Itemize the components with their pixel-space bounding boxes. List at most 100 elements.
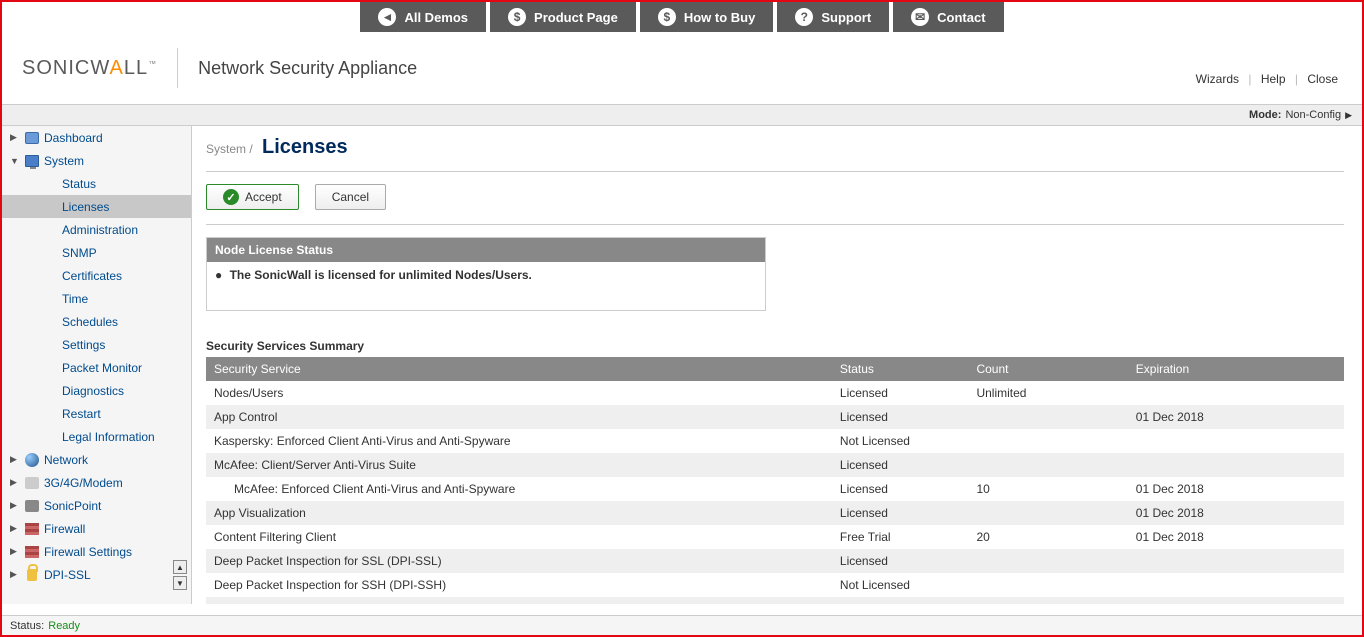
brick-icon: [25, 546, 39, 558]
wizards-link[interactable]: Wizards: [1196, 72, 1239, 86]
sidebar-subitem-administration[interactable]: Administration: [2, 218, 191, 241]
cell-service: Virtual Assist: [206, 597, 832, 604]
button-row: ✓ Accept Cancel: [206, 184, 1344, 210]
sidebar-subitem-licenses[interactable]: Licenses: [2, 195, 191, 218]
chevron-right-icon: ▶: [10, 477, 20, 488]
chevron-right-icon: ▶: [10, 454, 20, 465]
cell-status: Licensed: [832, 405, 969, 429]
sidebar-subitem-time[interactable]: Time: [2, 287, 191, 310]
sidebar-item-firewall[interactable]: ▶Firewall: [2, 517, 191, 540]
node-license-header: Node License Status: [207, 238, 765, 262]
sidebar-item-system[interactable]: ▼ System: [2, 149, 191, 172]
th-count: Count: [968, 357, 1127, 381]
cell-count: [968, 405, 1127, 429]
topnav-how-to-buy[interactable]: $ How to Buy: [640, 2, 774, 32]
top-nav: ◄ All Demos $ Product Page $ How to Buy …: [2, 2, 1362, 32]
node-license-box: Node License Status ● The SonicWall is l…: [206, 237, 766, 311]
sidebar-subitem-schedules[interactable]: Schedules: [2, 310, 191, 333]
breadcrumb-path: System /: [206, 142, 253, 156]
sidebar-item-label: System: [44, 154, 84, 168]
cell-service: Nodes/Users: [206, 381, 832, 405]
table-row: Deep Packet Inspection for SSL (DPI-SSL)…: [206, 549, 1344, 573]
table-row: Nodes/UsersLicensedUnlimited: [206, 381, 1344, 405]
sidebar-scroll-down[interactable]: ▼: [173, 576, 187, 590]
cell-count: [968, 429, 1127, 453]
help-link[interactable]: Help: [1261, 72, 1286, 86]
top-nav-inner: ◄ All Demos $ Product Page $ How to Buy …: [360, 2, 1003, 32]
sidebar-item-label: SonicPoint: [44, 499, 101, 513]
back-icon: ◄: [378, 8, 396, 26]
chevron-down-icon: ▼: [10, 156, 20, 166]
sidebar-item-label: Firewall Settings: [44, 545, 132, 559]
table-row: Kaspersky: Enforced Client Anti-Virus an…: [206, 429, 1344, 453]
cell-count: 1 Max: 5: [968, 597, 1127, 604]
sidebar-scroll-up[interactable]: ▲: [173, 560, 187, 574]
cell-expiration: 01 Dec 2018: [1128, 525, 1344, 549]
mode-value: Non-Config: [1285, 109, 1341, 121]
logo-tm: ™: [148, 59, 157, 68]
dollar-icon: $: [508, 8, 526, 26]
sidebar-scroll: ▲ ▼: [173, 560, 187, 592]
cancel-button[interactable]: Cancel: [315, 184, 386, 210]
accept-button[interactable]: ✓ Accept: [206, 184, 299, 210]
breadcrumb: System / Licenses: [206, 126, 1344, 167]
chevron-right-icon: ▶: [10, 546, 20, 557]
logo-accent: A: [109, 57, 123, 79]
sidebar-subitem-snmp[interactable]: SNMP: [2, 241, 191, 264]
brand-logo: SONICWALL™: [22, 57, 157, 80]
mode-bar[interactable]: Mode: Non-Config ▶: [2, 104, 1362, 126]
th-service: Security Service: [206, 357, 832, 381]
sidebar-subitem-packet-monitor[interactable]: Packet Monitor: [2, 356, 191, 379]
mail-icon: ✉: [911, 8, 929, 26]
sidebar-subitem-status[interactable]: Status: [2, 172, 191, 195]
cell-service: Deep Packet Inspection for SSH (DPI-SSH): [206, 573, 832, 597]
cell-expiration: [1128, 381, 1344, 405]
sidebar-item-label: Dashboard: [44, 131, 103, 145]
sidebar-subitem-legal-information[interactable]: Legal Information: [2, 425, 191, 448]
cell-expiration: [1128, 573, 1344, 597]
sidebar-item-label: Firewall: [44, 522, 85, 536]
cell-status: Not Licensed: [832, 429, 969, 453]
node-license-message: ● The SonicWall is licensed for unlimite…: [207, 262, 765, 288]
sidebar-item-sonicpoint[interactable]: ▶ SonicPoint: [2, 494, 191, 517]
sidebar-item-3g-4g-modem[interactable]: ▶ 3G/4G/Modem: [2, 471, 191, 494]
chevron-right-icon: ▶: [10, 500, 20, 511]
table-row: Virtual AssistExpired1 Max: 510 Dec 2015: [206, 597, 1344, 604]
cell-count: [968, 453, 1127, 477]
sidebar-item-dashboard[interactable]: ▶Dashboard: [2, 126, 191, 149]
sidebar-item-firewall-settings[interactable]: ▶ Firewall Settings: [2, 540, 191, 563]
node-box-padding: [207, 288, 765, 310]
sidebar-subitem-diagnostics[interactable]: Diagnostics: [2, 379, 191, 402]
table-row: App VisualizationLicensed01 Dec 2018: [206, 501, 1344, 525]
sidebar-item-dpi-ssl[interactable]: ▶DPI-SSL: [2, 563, 191, 586]
sidebar-subitem-settings[interactable]: Settings: [2, 333, 191, 356]
sidebar-subitem-restart[interactable]: Restart: [2, 402, 191, 425]
wave-icon: [25, 477, 39, 489]
sidebar-tree: ▶Dashboard▼SystemStatusLicensesAdministr…: [2, 126, 191, 586]
product-title: Network Security Appliance: [198, 58, 417, 79]
topnav-product-page[interactable]: $ Product Page: [490, 2, 636, 32]
sidebar-subitem-certificates[interactable]: Certificates: [2, 264, 191, 287]
sidebar-item-network[interactable]: ▶Network: [2, 448, 191, 471]
topnav-support[interactable]: ? Support: [777, 2, 889, 32]
topnav-contact[interactable]: ✉ Contact: [893, 2, 1003, 32]
section-title: Security Services Summary: [206, 339, 1344, 353]
brick-icon: [25, 523, 39, 535]
status-label: Status:: [10, 620, 44, 632]
question-icon: ?: [795, 8, 813, 26]
bullet-icon: ●: [215, 268, 222, 282]
header-links: Wizards | Help | Close: [1196, 72, 1338, 86]
close-link[interactable]: Close: [1307, 72, 1338, 86]
topnav-all-demos[interactable]: ◄ All Demos: [360, 2, 486, 32]
brand-separator: [177, 48, 178, 88]
cell-expiration: [1128, 429, 1344, 453]
cell-count: [968, 549, 1127, 573]
main: ▶Dashboard▼SystemStatusLicensesAdministr…: [2, 126, 1362, 604]
cell-expiration: 01 Dec 2018: [1128, 477, 1344, 501]
node-license-text: The SonicWall is licensed for unlimited …: [230, 268, 532, 282]
cell-status: Licensed: [832, 477, 969, 501]
cell-status: Free Trial: [832, 525, 969, 549]
cell-status: Licensed: [832, 549, 969, 573]
sidebar-item-label: 3G/4G/Modem: [44, 476, 123, 490]
cell-status: Expired: [832, 597, 969, 604]
